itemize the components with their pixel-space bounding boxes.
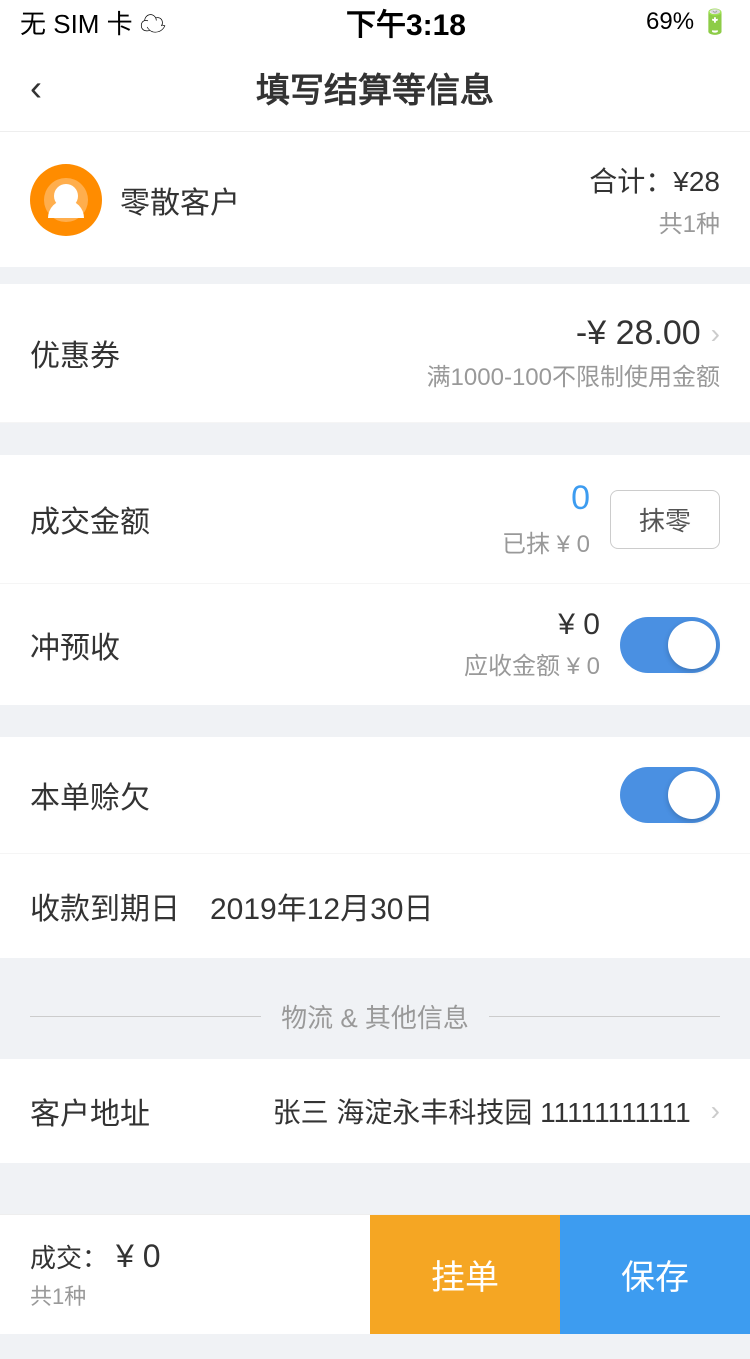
due-date-label: 收款到期日 [30,884,180,928]
address-row[interactable]: 客户地址 张三 海淀永丰科技园 11111111111 › [0,1059,750,1163]
content: 零散客户 合计：¥28 共1种 优惠券 -¥ 28.00 › 满1000-100… [0,132,750,1359]
battery-status: 69% [646,8,694,36]
coupon-card: 优惠券 -¥ 28.00 › 满1000-100不限制使用金额 [0,284,750,423]
save-button[interactable]: 保存 [560,1215,750,1334]
customer-left: 零散客户 [30,164,240,236]
prepay-amounts: ¥ 0 应收金额 ¥ 0 [464,608,600,681]
round-button[interactable]: 抹零 [610,490,720,549]
transaction-right: 0 已抹 ¥ 0 抹零 [502,479,720,559]
logistics-label: 物流 & 其他信息 [281,998,469,1035]
section-divider-2 [0,721,750,737]
address-card: 客户地址 张三 海淀永丰科技园 11111111111 › [0,1059,750,1163]
customer-name: 零散客户 [120,178,240,222]
debit-toggle[interactable] [620,767,720,823]
logistics-divider: 物流 & 其他信息 [0,974,750,1059]
transaction-label: 成交金额 [30,497,150,541]
prepay-amount: ¥ 0 [464,608,600,642]
coupon-row[interactable]: 优惠券 -¥ 28.00 › 满1000-100不限制使用金额 [0,284,750,423]
transaction-value[interactable]: 0 [571,479,590,518]
prepay-toggle[interactable] [620,617,720,673]
debit-row: 本单赊欠 [0,737,750,853]
status-time: 下午3:18 [346,0,466,44]
sim-status: 无 SIM 卡 ☁ [20,4,166,41]
prepay-row: 冲预收 ¥ 0 应收金额 ¥ 0 [0,584,750,705]
back-button[interactable]: ‹ [30,67,42,109]
customer-right: 合计：¥28 共1种 [589,160,720,239]
coupon-label: 优惠券 [30,331,120,375]
address-label: 客户地址 [30,1089,150,1133]
bottom-count: 共1种 [30,1279,340,1311]
due-date-value: 2019年12月30日 [210,884,433,928]
coupon-right: -¥ 28.00 › 满1000-100不限制使用金额 [427,314,720,392]
prepay-label: 冲预收 [30,623,120,667]
total-label: 合计：¥28 [589,160,720,200]
address-value: 张三 海淀永丰科技园 11111111111 [160,1091,701,1131]
pending-button[interactable]: 挂单 [370,1215,560,1334]
due-date-row: 收款到期日 2019年12月30日 [0,853,750,958]
nav-bar: ‹ 填写结算等信息 [0,44,750,132]
prepay-due: 应收金额 ¥ 0 [464,646,600,681]
debit-card: 本单赊欠 收款到期日 2019年12月30日 [0,737,750,958]
bottom-amount: ¥ 0 [116,1238,160,1275]
prepay-right: ¥ 0 应收金额 ¥ 0 [464,608,720,681]
chevron-right-icon: › [711,318,720,350]
amount-col: 0 已抹 ¥ 0 [502,479,590,559]
bottom-bar: 成交： ¥ 0 共1种 挂单 保存 [0,1214,750,1334]
avatar [30,164,102,236]
customer-avatar-icon [44,178,88,222]
total-count: 共1种 [589,204,720,239]
bottom-deal-label: 成交： [30,1238,108,1275]
status-left: 无 SIM 卡 ☁ [20,4,166,41]
page-title: 填写结算等信息 [256,63,494,112]
section-divider-1 [0,439,750,455]
address-chevron-icon: › [711,1095,720,1127]
customer-row: 零散客户 合计：¥28 共1种 [0,132,750,268]
status-bar: 无 SIM 卡 ☁ 下午3:18 69% 🔋 [0,0,750,44]
status-right: 69% 🔋 [646,8,730,37]
divider-line-right [489,1016,720,1017]
bottom-info: 成交： ¥ 0 共1种 [0,1215,370,1334]
customer-card: 零散客户 合计：¥28 共1种 [0,132,750,268]
transaction-amount-row: 成交金额 0 已抹 ¥ 0 抹零 [0,455,750,584]
already-rounded: 已抹 ¥ 0 [502,524,590,559]
coupon-discount: -¥ 28.00 [576,314,701,353]
transaction-card: 成交金额 0 已抹 ¥ 0 抹零 冲预收 ¥ 0 应收金额 ¥ 0 [0,455,750,705]
coupon-description: 满1000-100不限制使用金额 [427,357,720,392]
debit-label: 本单赊欠 [30,773,150,817]
battery-icon: 🔋 [700,8,730,37]
divider-line-left [30,1016,261,1017]
